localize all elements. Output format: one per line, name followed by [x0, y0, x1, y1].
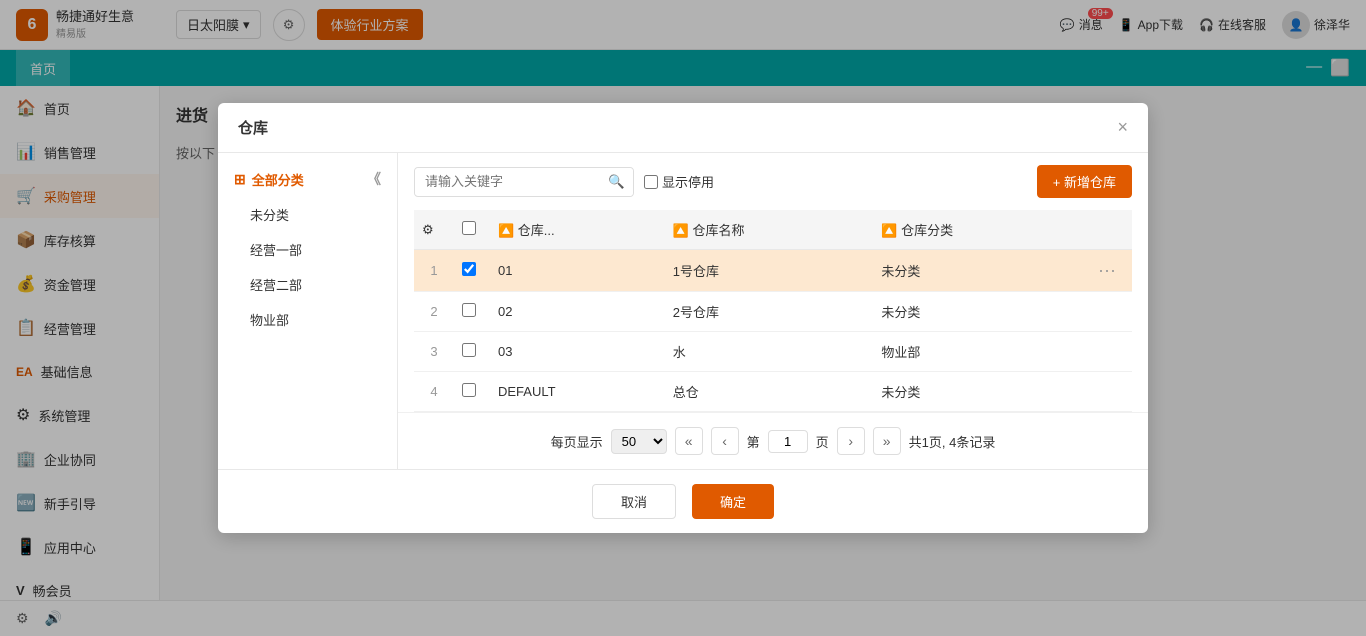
- page-prev-button[interactable]: ‹: [711, 427, 739, 455]
- gear-header-icon: ⚙: [422, 222, 434, 237]
- cat-item-property[interactable]: 物业部: [218, 302, 397, 337]
- row-category: 未分类: [873, 250, 1082, 292]
- per-page-select[interactable]: 50 10 20 100: [611, 429, 667, 454]
- row-actions[interactable]: [1082, 332, 1132, 372]
- row-actions[interactable]: [1082, 372, 1132, 412]
- row-actions[interactable]: ···: [1082, 250, 1132, 292]
- category-panel: ⊞ 全部分类 《 未分类 经营一部 经营二部 物业部: [218, 153, 398, 469]
- cat-item-ops2[interactable]: 经营二部: [218, 267, 397, 302]
- confirm-button[interactable]: 确定: [692, 484, 774, 519]
- total-info: 共1页, 4条记录: [909, 432, 996, 451]
- page-input[interactable]: [768, 430, 808, 453]
- page-suffix: 页: [816, 432, 829, 451]
- category-header-label: 全部分类: [252, 170, 304, 189]
- row-checkbox-cell: [454, 372, 490, 412]
- col-name: 🔼 仓库名称: [665, 210, 874, 250]
- row-checkbox-cell: [454, 332, 490, 372]
- dialog-close-button[interactable]: ×: [1117, 117, 1128, 138]
- row-checkbox-cell: [454, 250, 490, 292]
- show-disabled-label[interactable]: 显示停用: [644, 172, 714, 191]
- table-row: 3 03 水 物业部: [414, 332, 1132, 372]
- dialog-footer: 取消 确定: [218, 469, 1148, 533]
- dialog-overlay: 仓库 × ⊞ 全部分类 《 未分类 经营一部 经营二部 物业部: [0, 0, 1366, 636]
- per-page-label: 每页显示: [551, 432, 603, 451]
- col-actions: [1082, 210, 1132, 250]
- page-label: 第: [747, 432, 760, 451]
- page-next-button[interactable]: ›: [837, 427, 865, 455]
- grid-icon: ⊞: [234, 171, 246, 188]
- pagination: 每页显示 50 10 20 100 « ‹ 第 页 › » 共1页, 4条记录: [398, 412, 1148, 469]
- col-checkbox: [454, 210, 490, 250]
- row-checkbox[interactable]: [462, 262, 476, 276]
- page-first-button[interactable]: «: [675, 427, 703, 455]
- row-name: 1号仓库: [665, 250, 874, 292]
- dialog-header: 仓库 ×: [218, 103, 1148, 153]
- data-table: ⚙ 🔼 仓库... 🔼 仓库名称: [398, 210, 1148, 412]
- table-row: 4 DEFAULT 总仓 未分类: [414, 372, 1132, 412]
- row-checkbox[interactable]: [462, 343, 476, 357]
- search-box: 🔍: [414, 167, 634, 197]
- collapse-icon[interactable]: 《: [367, 169, 381, 189]
- select-all-checkbox[interactable]: [462, 221, 476, 235]
- table-row: 2 02 2号仓库 未分类: [414, 292, 1132, 332]
- row-gear: 4: [414, 372, 454, 412]
- col-category: 🔼 仓库分类: [873, 210, 1082, 250]
- data-panel: 🔍 显示停用 + 新增仓库 ⚙: [398, 153, 1148, 469]
- table-body: 1 01 1号仓库 未分类 ··· 2 02 2号仓库 未分类 3 03 水 物…: [414, 250, 1132, 412]
- table-row: 1 01 1号仓库 未分类 ···: [414, 250, 1132, 292]
- row-code: 03: [490, 332, 665, 372]
- warehouse-table: ⚙ 🔼 仓库... 🔼 仓库名称: [414, 210, 1132, 412]
- row-code: 02: [490, 292, 665, 332]
- row-category: 物业部: [873, 332, 1082, 372]
- row-name: 总仓: [665, 372, 874, 412]
- row-code: DEFAULT: [490, 372, 665, 412]
- row-actions[interactable]: [1082, 292, 1132, 332]
- data-toolbar: 🔍 显示停用 + 新增仓库: [398, 153, 1148, 210]
- warehouse-dialog: 仓库 × ⊞ 全部分类 《 未分类 经营一部 经营二部 物业部: [218, 103, 1148, 533]
- cat-item-ops1[interactable]: 经营一部: [218, 232, 397, 267]
- add-warehouse-button[interactable]: + 新增仓库: [1037, 165, 1132, 198]
- row-checkbox-cell: [454, 292, 490, 332]
- row-name: 2号仓库: [665, 292, 874, 332]
- dialog-title: 仓库: [238, 117, 268, 138]
- table-header-row: ⚙ 🔼 仓库... 🔼 仓库名称: [414, 210, 1132, 250]
- col-gear: ⚙: [414, 210, 454, 250]
- category-header[interactable]: ⊞ 全部分类 《: [218, 161, 397, 197]
- row-gear: 3: [414, 332, 454, 372]
- row-category: 未分类: [873, 372, 1082, 412]
- row-code: 01: [490, 250, 665, 292]
- cat-item-uncategorized[interactable]: 未分类: [218, 197, 397, 232]
- row-checkbox[interactable]: [462, 383, 476, 397]
- search-input[interactable]: [415, 168, 600, 195]
- dialog-body: ⊞ 全部分类 《 未分类 经营一部 经营二部 物业部 🔍: [218, 153, 1148, 469]
- search-button[interactable]: 🔍: [600, 168, 633, 196]
- row-gear: 2: [414, 292, 454, 332]
- cancel-button[interactable]: 取消: [592, 484, 676, 519]
- row-checkbox[interactable]: [462, 303, 476, 317]
- col-code: 🔼 仓库...: [490, 210, 665, 250]
- show-disabled-checkbox[interactable]: [644, 175, 658, 189]
- row-category: 未分类: [873, 292, 1082, 332]
- row-gear: 1: [414, 250, 454, 292]
- page-last-button[interactable]: »: [873, 427, 901, 455]
- row-name: 水: [665, 332, 874, 372]
